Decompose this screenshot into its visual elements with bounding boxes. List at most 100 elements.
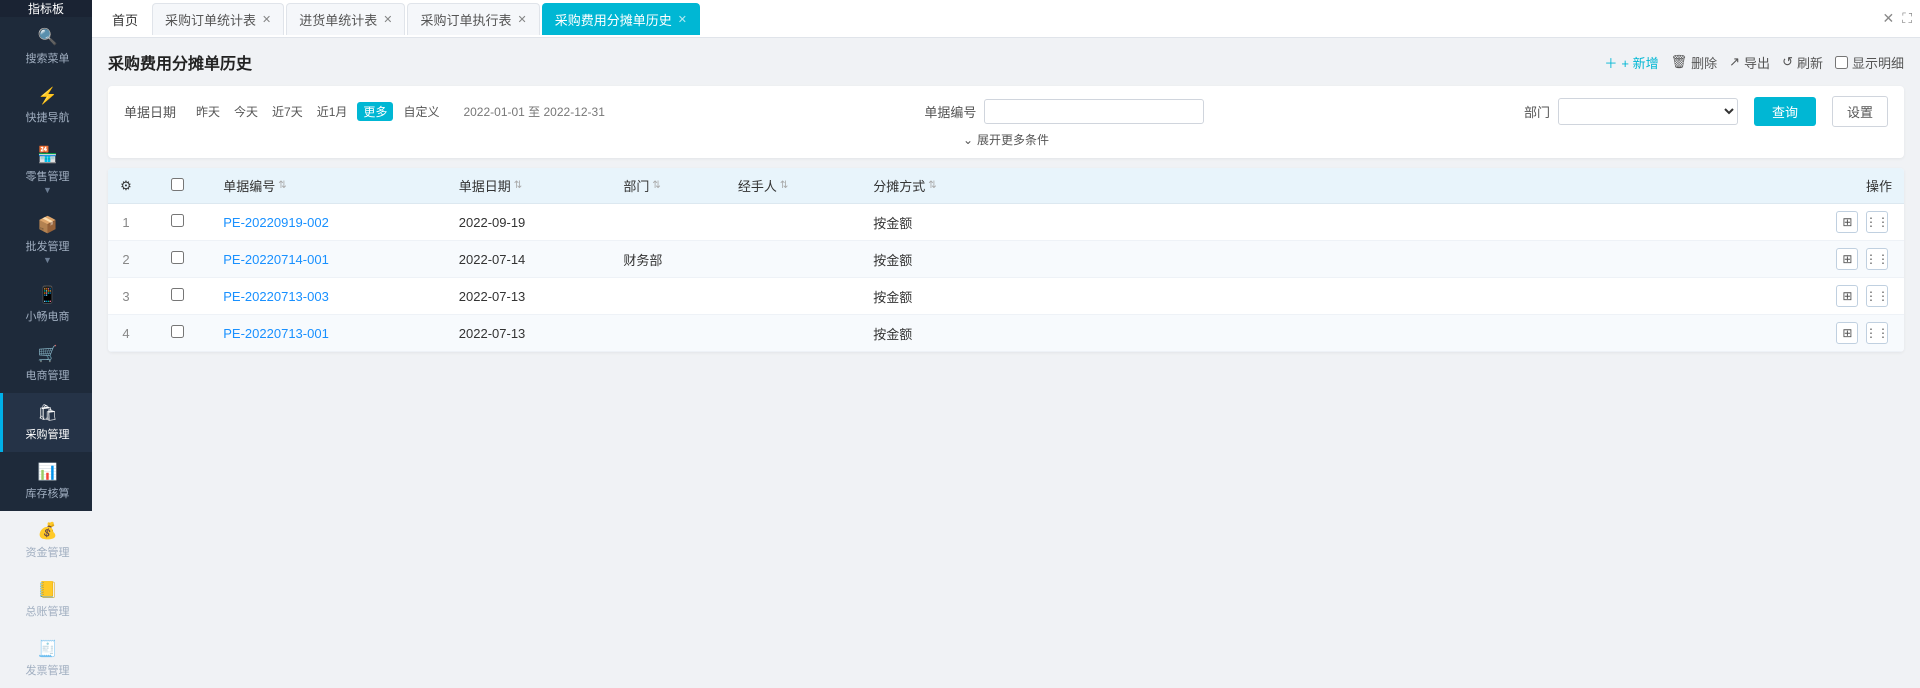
row-dept: 财务部 <box>611 241 726 278</box>
row-doc-no-link[interactable]: PE-20220714-001 <box>223 252 329 267</box>
sidebar-item-mobile[interactable]: 📱 小畅电商 <box>0 275 92 334</box>
sidebar-icon-ledger: 📒 <box>38 580 58 600</box>
row-operator <box>726 241 861 278</box>
sidebar-item-finance[interactable]: 💰 资金管理 <box>0 511 92 570</box>
row-doc-date: 2022-09-19 <box>447 204 612 241</box>
row-doc-no: PE-20220919-002 <box>211 204 447 241</box>
row-view-btn[interactable]: ⊞ <box>1836 211 1858 233</box>
data-table-container: ⚙ 单据编号 ⇅ 单据日期 <box>108 168 1904 352</box>
tab-purchase-order-stats[interactable]: 采购订单统计表✕ <box>152 3 284 35</box>
row-more-btn[interactable]: ⋮⋮ <box>1866 322 1888 344</box>
sort-doc-date[interactable]: 单据日期 ⇅ <box>459 176 522 195</box>
sidebar-item-shortcut[interactable]: ⚡ 快捷导航 <box>0 76 92 135</box>
row-checkbox-2[interactable] <box>171 288 184 301</box>
show-columns-checkbox[interactable] <box>1835 56 1848 69</box>
row-checkbox-1[interactable] <box>171 251 184 264</box>
settings-button[interactable]: 设置 <box>1832 96 1888 127</box>
row-dept <box>611 204 726 241</box>
sort-dept[interactable]: 部门 ⇅ <box>623 176 660 195</box>
th-doc-no[interactable]: 单据编号 ⇅ <box>211 168 447 204</box>
sidebar-item-ledger[interactable]: 📒 总账管理 <box>0 570 92 629</box>
shortcut-1month[interactable]: 近1月 <box>313 102 352 121</box>
row-more-btn[interactable]: ⋮⋮ <box>1866 211 1888 233</box>
date-shortcuts: 昨天 今天 近7天 近1月 更多 自定义 <box>192 102 443 121</box>
shortcut-7days[interactable]: 近7天 <box>268 102 307 121</box>
sidebar-item-retail[interactable]: 🏪 零售管理 ▼ <box>0 135 92 205</box>
tab-close-purchase-order-stats[interactable]: ✕ <box>262 13 271 26</box>
doc-number-input[interactable] <box>984 99 1204 124</box>
sort-split-method-icon: ⇅ <box>928 180 936 191</box>
row-view-btn[interactable]: ⊞ <box>1836 248 1858 270</box>
shortcut-today[interactable]: 今天 <box>230 102 262 121</box>
row-split-method: 按金额 <box>861 241 1759 278</box>
th-checkbox <box>144 168 211 204</box>
select-all-checkbox[interactable] <box>171 178 184 191</box>
query-button[interactable]: 查询 <box>1754 97 1816 126</box>
th-gear[interactable]: ⚙ <box>108 168 144 204</box>
dept-select[interactable] <box>1558 98 1738 125</box>
tab-close-purchase-cost-history[interactable]: ✕ <box>678 13 687 26</box>
sidebar-icon-wholesale: 📦 <box>38 215 58 235</box>
sidebar-label-inventory: 库存核算 <box>26 485 70 501</box>
sidebar-item-search[interactable]: 🔍 搜索菜单 <box>0 17 92 76</box>
row-more-btn[interactable]: ⋮⋮ <box>1866 285 1888 307</box>
date-range-display: 2022-01-01 至 2022-12-31 <box>463 103 604 120</box>
tab-home[interactable]: 首页 <box>100 3 150 35</box>
row-doc-no-link[interactable]: PE-20220919-002 <box>223 215 329 230</box>
tab-expand-icon[interactable]: ⛶ <box>1902 10 1912 27</box>
shortcut-more[interactable]: 更多 <box>357 102 393 121</box>
table-header-row: ⚙ 单据编号 ⇅ 单据日期 <box>108 168 1904 204</box>
refresh-button[interactable]: ↺ 刷新 <box>1782 53 1823 72</box>
th-operator[interactable]: 经手人 ⇅ <box>726 168 861 204</box>
export-button[interactable]: ↗ 导出 <box>1729 53 1770 72</box>
sort-operator[interactable]: 经手人 ⇅ <box>738 176 788 195</box>
sidebar-item-invoice[interactable]: 🧾 发票管理 <box>0 629 92 688</box>
tab-close-purchase-order-exec[interactable]: ✕ <box>518 13 527 26</box>
table-row: 2 PE-20220714-001 2022-07-14 财务部 按金额 ⊞ ⋮… <box>108 241 1904 278</box>
tab-purchase-cost-history[interactable]: 采购费用分摊单历史✕ <box>542 3 700 35</box>
delete-button[interactable]: 🗑 删除 <box>1671 53 1718 72</box>
sort-doc-no[interactable]: 单据编号 ⇅ <box>223 176 286 195</box>
sidebar-label-retail: 零售管理 <box>26 168 70 184</box>
row-split-method: 按金额 <box>861 204 1759 241</box>
th-split-method[interactable]: 分摊方式 ⇅ <box>861 168 1759 204</box>
show-columns-toggle[interactable]: 显示明细 <box>1835 53 1904 72</box>
tab-label-home: 首页 <box>112 10 138 29</box>
tab-close-inbound-stats[interactable]: ✕ <box>383 13 392 26</box>
sidebar-label-search: 搜索菜单 <box>26 50 70 66</box>
sidebar-item-purchase[interactable]: 🛍 采购管理 <box>0 393 92 452</box>
add-button[interactable]: ＋ + 新增 <box>1604 53 1658 72</box>
row-operator <box>726 204 861 241</box>
sidebar-item-wholesale[interactable]: 📦 批发管理 ▼ <box>0 205 92 275</box>
expand-more-btn[interactable]: ⌄ 展开更多条件 <box>124 131 1888 148</box>
sidebar-item-inventory[interactable]: 📊 库存核算 <box>0 452 92 511</box>
row-more-btn[interactable]: ⋮⋮ <box>1866 248 1888 270</box>
tab-bar-actions: ✕ ⛶ <box>1882 10 1912 27</box>
refresh-icon: ↺ <box>1782 54 1793 70</box>
sidebar-icon-shortcut: ⚡ <box>38 86 58 106</box>
row-dept <box>611 278 726 315</box>
tab-purchase-order-exec[interactable]: 采购订单执行表✕ <box>407 3 539 35</box>
row-num: 1 <box>108 204 144 241</box>
row-checkbox-cell <box>144 315 211 352</box>
row-view-btn[interactable]: ⊞ <box>1836 322 1858 344</box>
tab-close-all-icon[interactable]: ✕ <box>1882 10 1894 27</box>
row-dept <box>611 315 726 352</box>
sort-split-method[interactable]: 分摊方式 ⇅ <box>873 176 936 195</box>
row-view-btn[interactable]: ⊞ <box>1836 285 1858 307</box>
sidebar-label-finance: 资金管理 <box>26 544 70 560</box>
row-actions: ⊞ ⋮⋮ <box>1759 278 1904 315</box>
shortcut-yesterday[interactable]: 昨天 <box>192 102 224 121</box>
tab-inbound-stats[interactable]: 进货单统计表✕ <box>286 3 405 35</box>
sidebar-item-ecom[interactable]: 🛒 电商管理 <box>0 334 92 393</box>
th-doc-date[interactable]: 单据日期 ⇅ <box>447 168 612 204</box>
doc-number-label: 单据编号 <box>924 102 976 121</box>
row-checkbox-0[interactable] <box>171 214 184 227</box>
row-doc-no-link[interactable]: PE-20220713-003 <box>223 289 329 304</box>
row-checkbox-3[interactable] <box>171 325 184 338</box>
th-dept[interactable]: 部门 ⇅ <box>611 168 726 204</box>
row-split-method: 按金额 <box>861 315 1759 352</box>
shortcut-custom[interactable]: 自定义 <box>399 102 443 121</box>
row-doc-date: 2022-07-13 <box>447 315 612 352</box>
row-doc-no-link[interactable]: PE-20220713-001 <box>223 326 329 341</box>
